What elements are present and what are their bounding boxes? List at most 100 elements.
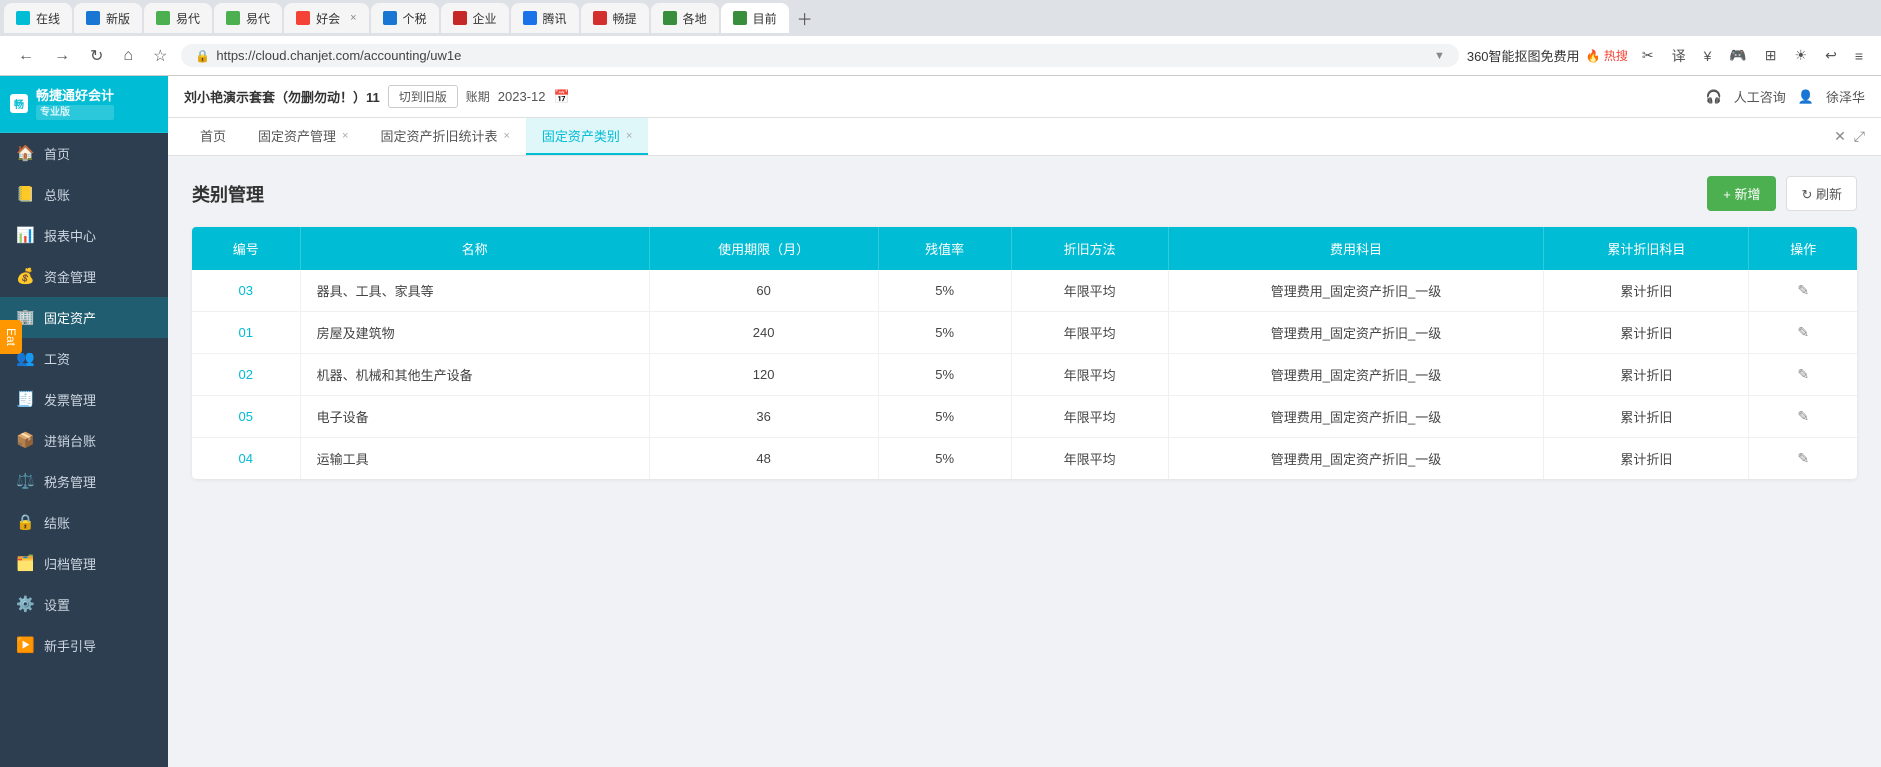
page-tab-depreciation-label: 固定资产折旧统计表 bbox=[380, 126, 497, 145]
tab-label-4: 易代 bbox=[246, 10, 270, 27]
page-tab-mgmt-label: 固定资产管理 bbox=[258, 126, 336, 145]
sidebar-label-tax: 税务管理 bbox=[44, 472, 96, 491]
col-header-residual: 残值率 bbox=[878, 227, 1011, 270]
row4-period: 48 bbox=[649, 438, 878, 480]
browser-tab-4[interactable]: 易代 bbox=[214, 3, 282, 33]
row2-method: 年限平均 bbox=[1011, 354, 1168, 396]
row0-expense: 管理费用_固定资产折旧_一级 bbox=[1168, 270, 1544, 312]
close-tab-depreciation[interactable]: × bbox=[503, 130, 509, 142]
browser-tab-6[interactable]: 个税 bbox=[371, 3, 439, 33]
switch-version-button[interactable]: 切到旧版 bbox=[388, 85, 458, 108]
browser-tab-3[interactable]: 易代 bbox=[144, 3, 212, 33]
user-avatar: 👤 bbox=[1798, 89, 1814, 105]
browser-tab-1[interactable]: 在线 bbox=[4, 3, 72, 33]
row3-name: 电子设备 bbox=[300, 396, 649, 438]
browser-tab-8[interactable]: 腾讯 bbox=[511, 3, 579, 33]
sidebar-item-home[interactable]: 🏠 首页 bbox=[0, 133, 168, 174]
add-button[interactable]: + 新增 bbox=[1707, 176, 1776, 211]
sidebar-item-closing[interactable]: 🔒 结账 bbox=[0, 502, 168, 543]
settings-icon: ⚙️ bbox=[16, 595, 34, 613]
left-fixed-button[interactable]: Eat bbox=[0, 320, 22, 354]
page-tab-home[interactable]: 首页 bbox=[184, 118, 242, 155]
browser-tab-11[interactable]: 目前 bbox=[721, 3, 789, 33]
col-header-action: 操作 bbox=[1749, 227, 1857, 270]
tab-label-9: 畅提 bbox=[613, 10, 637, 27]
service-label[interactable]: 人工咨询 bbox=[1734, 87, 1786, 106]
url-box[interactable]: 🔒 https://cloud.chanjet.com/accounting/u… bbox=[181, 44, 1458, 67]
reload-button[interactable]: ↻ bbox=[84, 44, 109, 68]
coupon-button[interactable]: ¥ bbox=[1698, 45, 1718, 67]
translate-button[interactable]: 译 bbox=[1666, 43, 1692, 69]
close-tab-category[interactable]: × bbox=[626, 130, 632, 142]
undo-button[interactable]: ↩ bbox=[1819, 44, 1843, 67]
browser-tab-2[interactable]: 新版 bbox=[74, 3, 142, 33]
row0-method: 年限平均 bbox=[1011, 270, 1168, 312]
page-tab-depreciation[interactable]: 固定资产折旧统计表 × bbox=[364, 118, 525, 155]
browser-tab-7[interactable]: 企业 bbox=[441, 3, 509, 33]
sidebar-item-settings[interactable]: ⚙️ 设置 bbox=[0, 584, 168, 625]
sidebar-label-invoice: 发票管理 bbox=[44, 390, 96, 409]
close-tab-mgmt[interactable]: × bbox=[342, 130, 348, 142]
row1-method: 年限平均 bbox=[1011, 312, 1168, 354]
forward-button[interactable]: → bbox=[48, 45, 76, 67]
table-row: 03 器具、工具、家具等 60 5% 年限平均 管理费用_固定资产折旧_一级 累… bbox=[192, 270, 1857, 312]
header-actions: + 新增 ↻ 刷新 bbox=[1707, 176, 1857, 211]
game-button[interactable]: 🎮 bbox=[1723, 44, 1752, 67]
sidebar-item-archive[interactable]: 🗂️ 归档管理 bbox=[0, 543, 168, 584]
page-tab-fixed-asset-mgmt[interactable]: 固定资产管理 × bbox=[242, 118, 364, 155]
edit-btn-0[interactable]: ✎ bbox=[1797, 282, 1809, 299]
top-bar-right: 🎧 人工咨询 👤 徐泽华 bbox=[1706, 87, 1865, 106]
back-button[interactable]: ← bbox=[12, 45, 40, 67]
new-tab-button[interactable]: ＋ bbox=[791, 4, 819, 32]
sidebar-label-fund: 资金管理 bbox=[44, 267, 96, 286]
browser-tab-10[interactable]: 各地 bbox=[651, 3, 719, 33]
row3-method: 年限平均 bbox=[1011, 396, 1168, 438]
cut-tool-button[interactable]: ✂ bbox=[1636, 44, 1660, 67]
row1-action: ✎ bbox=[1749, 312, 1857, 354]
app-container: Eat 畅 畅捷通好会计 专业版 🏠 首页 📒 总账 📊 报表中心 bbox=[0, 76, 1881, 767]
sidebar-item-fund[interactable]: 💰 资金管理 bbox=[0, 256, 168, 297]
home-nav-button[interactable]: ⌂ bbox=[117, 45, 139, 67]
top-bar: 刘小艳演示套套（勿删勿动！）11 切到旧版 账期 2023-12 📅 🎧 人工咨… bbox=[168, 76, 1881, 118]
more-button[interactable]: ≡ bbox=[1849, 45, 1869, 67]
sidebar-item-purchase-sale[interactable]: 📦 进销台账 bbox=[0, 420, 168, 461]
sidebar-item-guide[interactable]: ▶️ 新手引导 bbox=[0, 625, 168, 666]
bookmark-button[interactable]: ☆ bbox=[147, 44, 173, 68]
tab-close-5[interactable]: × bbox=[350, 12, 356, 24]
tab-label-6: 个税 bbox=[403, 10, 427, 27]
sidebar-item-reports[interactable]: 📊 报表中心 bbox=[0, 215, 168, 256]
tab-favicon-6 bbox=[383, 11, 397, 25]
sidebar-item-invoice[interactable]: 🧾 发票管理 bbox=[0, 379, 168, 420]
refresh-button[interactable]: ↻ 刷新 bbox=[1786, 176, 1857, 211]
logo-subtitle: 专业版 bbox=[36, 105, 114, 120]
page-tab-category[interactable]: 固定资产类别 × bbox=[526, 118, 648, 155]
browser-tab-9[interactable]: 畅提 bbox=[581, 3, 649, 33]
sidebar-item-fixed-assets[interactable]: 🏢 固定资产 bbox=[0, 297, 168, 338]
edit-btn-2[interactable]: ✎ bbox=[1797, 366, 1809, 383]
calendar-icon[interactable]: 📅 bbox=[554, 89, 570, 105]
edit-btn-1[interactable]: ✎ bbox=[1797, 324, 1809, 341]
sidebar-item-payroll[interactable]: 👥 工资 bbox=[0, 338, 168, 379]
page-tab-category-label: 固定资产类别 bbox=[542, 126, 620, 145]
row2-accum: 累计折旧 bbox=[1544, 354, 1749, 396]
edit-btn-4[interactable]: ✎ bbox=[1797, 450, 1809, 467]
page-title: 类别管理 bbox=[192, 181, 264, 207]
edit-btn-3[interactable]: ✎ bbox=[1797, 408, 1809, 425]
browser-tab-bar: 在线 新版 易代 易代 好会 × 个税 企业 腾讯 bbox=[0, 0, 1881, 36]
settings-browser-button[interactable]: ☀ bbox=[1789, 44, 1814, 67]
expand-tabs-button[interactable]: ⤢ bbox=[1854, 128, 1865, 145]
tab-label-8: 腾讯 bbox=[543, 10, 567, 27]
row2-name: 机器、机械和其他生产设备 bbox=[300, 354, 649, 396]
col-header-period: 使用期限（月） bbox=[649, 227, 878, 270]
address-bar: ← → ↻ ⌂ ☆ 🔒 https://cloud.chanjet.com/ac… bbox=[0, 36, 1881, 76]
ledger-icon: 📒 bbox=[16, 185, 34, 203]
sidebar-item-ledger[interactable]: 📒 总账 bbox=[0, 174, 168, 215]
sidebar-item-tax[interactable]: ⚖️ 税务管理 bbox=[0, 461, 168, 502]
browser-tab-5[interactable]: 好会 × bbox=[284, 3, 368, 33]
grid-button[interactable]: ⊞ bbox=[1759, 44, 1783, 67]
reports-icon: 📊 bbox=[16, 226, 34, 244]
home-icon: 🏠 bbox=[16, 144, 34, 162]
close-all-tabs-button[interactable]: ✕ bbox=[1834, 128, 1846, 145]
row3-residual: 5% bbox=[878, 396, 1011, 438]
row4-action: ✎ bbox=[1749, 438, 1857, 480]
